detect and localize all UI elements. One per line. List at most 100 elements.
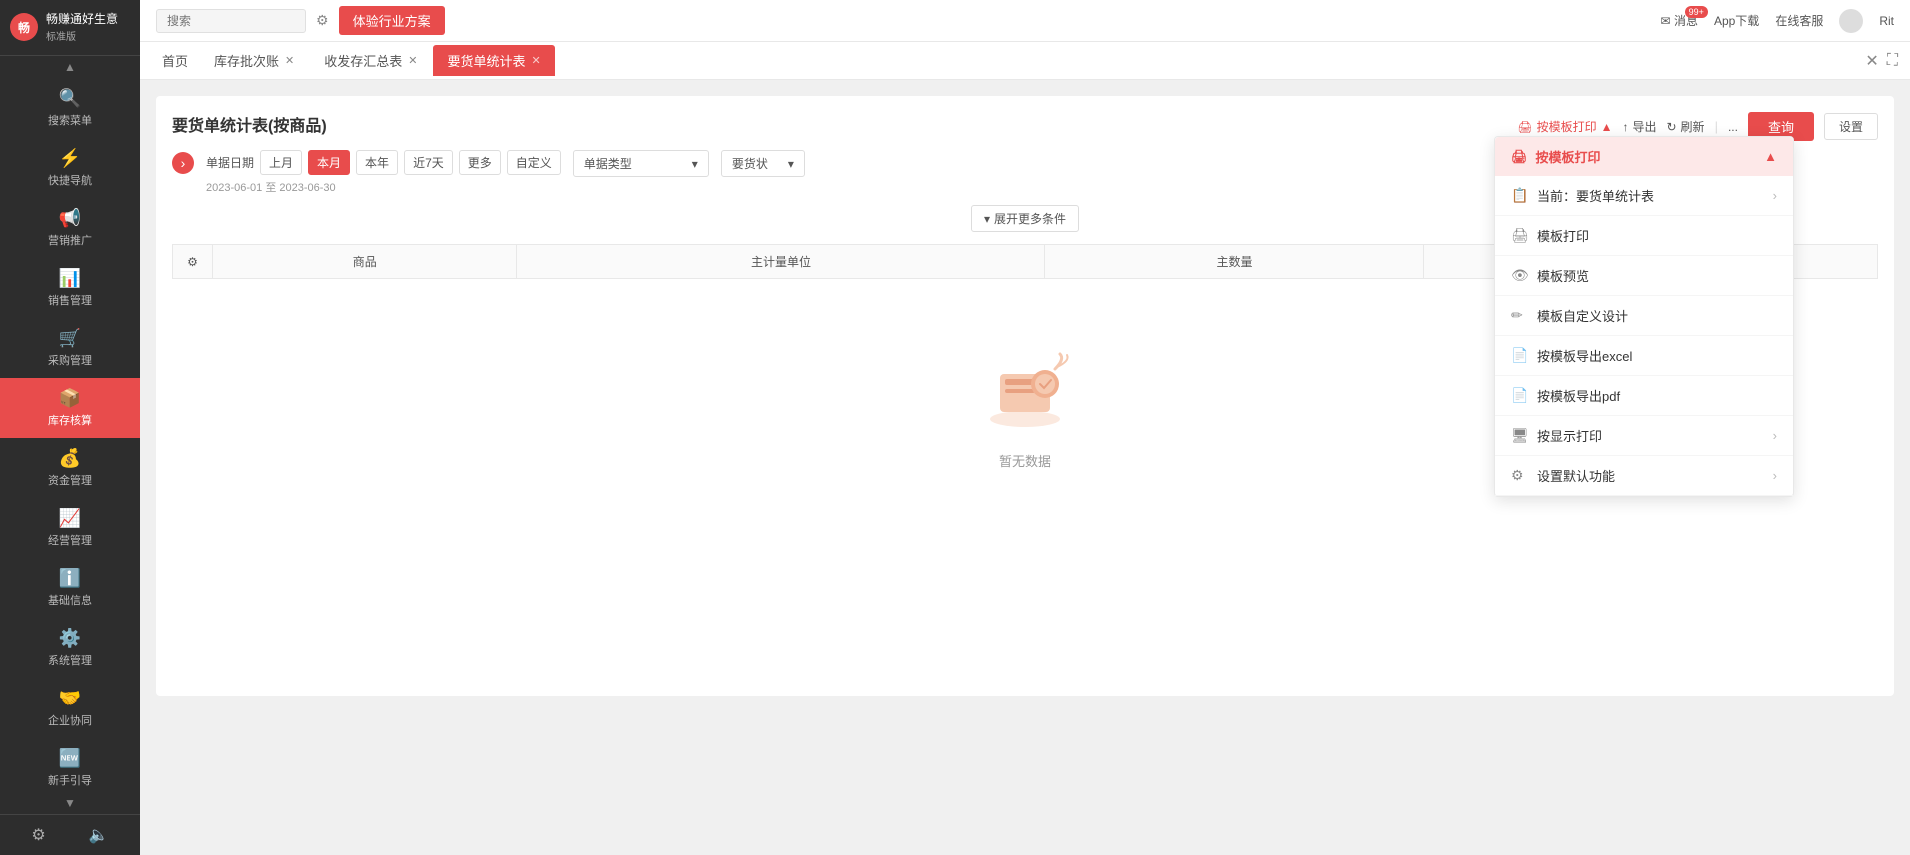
sidebar-item-inventory[interactable]: 📦 库存核算	[0, 378, 140, 438]
more-button[interactable]: ...	[1728, 120, 1738, 134]
date-cur-btn[interactable]: 本月	[308, 150, 350, 175]
settings-bottom-icon[interactable]: ⚙	[31, 825, 45, 845]
tabs-right: ✕ ⛶	[1865, 51, 1898, 71]
dropdown-doc-icon: 📋	[1511, 187, 1527, 204]
sidebar-label-sales: 销售管理	[48, 292, 92, 308]
dropdown-display-print-arrow: ›	[1773, 428, 1777, 443]
collab-icon: 🤝	[59, 688, 81, 709]
dropdown-default-func[interactable]: ⚙ 设置默认功能 ›	[1495, 456, 1793, 496]
sidebar-bottom: ⚙ 🔈	[0, 814, 140, 855]
dropdown-header: 🖨 按模板打印 ▲	[1495, 137, 1793, 176]
sidebar-scroll-up[interactable]: ▲	[0, 56, 140, 78]
guide-icon: 🆕	[59, 748, 81, 769]
tab-maximize-icon[interactable]: ⛶	[1887, 52, 1898, 70]
sidebar-label-purchase: 采购管理	[48, 352, 92, 368]
type-select-chevron: ▾	[692, 157, 698, 171]
th-settings[interactable]: ⚙	[173, 245, 213, 279]
sidebar-item-shortcut[interactable]: ⚡ 快捷导航	[0, 138, 140, 198]
messages-button[interactable]: ✉ 消息 99+	[1661, 12, 1698, 29]
tab-batch[interactable]: 库存批次账 ✕	[200, 45, 308, 76]
dropdown-display-print[interactable]: 🖥 按显示打印 ›	[1495, 416, 1793, 456]
sidebar-item-purchase[interactable]: 🛒 采购管理	[0, 318, 140, 378]
dropdown-template-print[interactable]: 🖨 模板打印	[1495, 216, 1793, 256]
th-product: 商品	[213, 245, 517, 279]
sidebar-item-basic[interactable]: ℹ️ 基础信息	[0, 558, 140, 618]
sidebar-label-system: 系统管理	[48, 652, 92, 668]
tab-home[interactable]: 首页	[152, 45, 198, 76]
date-year-btn[interactable]: 本年	[356, 150, 398, 175]
avatar	[1839, 9, 1863, 33]
sidebar-item-system[interactable]: ⚙️ 系统管理	[0, 618, 140, 678]
dropdown-display-print-label: 按显示打印	[1537, 426, 1763, 445]
search-icon: 🔍	[59, 88, 81, 109]
empty-icon	[975, 339, 1075, 439]
search-input[interactable]	[156, 9, 306, 33]
sidebar-item-search[interactable]: 🔍 搜索菜单	[0, 78, 140, 138]
type-select-label: 单据类型	[584, 155, 632, 172]
date-more-btn[interactable]: 更多	[459, 150, 501, 175]
app-download-button[interactable]: App下载	[1714, 12, 1759, 29]
scroll-down-icon[interactable]: ▼	[64, 796, 76, 810]
sidebar-scroll-down[interactable]: ▼	[0, 792, 140, 814]
status-select[interactable]: 要货状 ▾	[721, 150, 805, 177]
tab-collection[interactable]: 收发存汇总表 ✕	[310, 45, 431, 76]
dropdown-current-arrow: ›	[1773, 188, 1777, 203]
date-prev-btn[interactable]: 上月	[260, 150, 302, 175]
tab-close-all-icon[interactable]: ✕	[1865, 51, 1878, 71]
tab-collection-close[interactable]: ✕	[408, 54, 417, 67]
logo-icon: 畅	[10, 13, 38, 41]
sidebar-label-operation: 经营管理	[48, 532, 92, 548]
export-icon: ↑	[1622, 120, 1628, 134]
export-button[interactable]: ↑ 导出	[1622, 118, 1656, 135]
tab-order-stat[interactable]: 要货单统计表 ✕	[433, 45, 554, 76]
date-custom-btn[interactable]: 自定义	[507, 150, 561, 175]
purchase-icon: 🛒	[59, 328, 81, 349]
message-icon: ✉	[1661, 14, 1671, 28]
topbar-gear-icon[interactable]: ⚙	[316, 12, 329, 29]
date-week7-btn[interactable]: 近7天	[404, 150, 453, 175]
sidebar-item-guide[interactable]: 🆕 新手引导	[0, 738, 140, 792]
dropdown-template-preview-icon: 👁	[1511, 267, 1527, 284]
sidebar-label-inventory: 库存核算	[48, 412, 92, 428]
sidebar-item-collab[interactable]: 🤝 企业协同	[0, 678, 140, 738]
topbar: ⚙ 体验行业方案 ✉ 消息 99+ App下载 在线客服 Rit	[140, 0, 1910, 42]
sidebar-item-operation[interactable]: 📈 经营管理	[0, 498, 140, 558]
dropdown-template-preview[interactable]: 👁 模板预览	[1495, 256, 1793, 296]
type-select[interactable]: 单据类型 ▾	[573, 150, 709, 177]
date-filter-row: 单据日期 上月 本月 本年 近7天 更多 自定义	[206, 150, 561, 175]
export-label: 导出	[1632, 118, 1656, 135]
dropdown-template-pdf[interactable]: 📄 按模板导出pdf	[1495, 376, 1793, 416]
trial-button[interactable]: 体验行业方案	[339, 6, 445, 35]
sidebar-item-sales[interactable]: 📊 销售管理	[0, 258, 140, 318]
dropdown-chevron-up[interactable]: ▲	[1764, 149, 1777, 164]
main-area: ⚙ 体验行业方案 ✉ 消息 99+ App下载 在线客服 Rit 首页 库存批次…	[140, 0, 1910, 855]
dropdown-template-pdf-label: 按模板导出pdf	[1537, 386, 1777, 405]
filter-expand-button[interactable]: ›	[172, 152, 194, 174]
dropdown-template-design[interactable]: ✏ 模板自定义设计	[1495, 296, 1793, 336]
dropdown-template-pdf-icon: 📄	[1511, 387, 1527, 404]
tab-order-stat-close[interactable]: ✕	[532, 54, 541, 67]
speaker-icon[interactable]: 🔈	[89, 825, 109, 845]
sidebar-item-marketing[interactable]: 📢 营销推广	[0, 198, 140, 258]
user-name: Rit	[1879, 14, 1894, 28]
dropdown-current-template[interactable]: 📋 当前：要货单统计表 ›	[1495, 176, 1793, 216]
online-service-button[interactable]: 在线客服	[1775, 12, 1823, 29]
settings-button[interactable]: 设置	[1824, 113, 1878, 140]
tab-batch-close[interactable]: ✕	[285, 54, 294, 67]
sidebar-label-marketing: 营销推广	[48, 232, 92, 248]
shortcut-icon: ⚡	[59, 148, 81, 169]
th-unit: 主计量单位	[517, 245, 1045, 279]
print-template-button[interactable]: 🖨 按模板打印 ▲	[1517, 118, 1612, 135]
refresh-button[interactable]: ↻ 刷新	[1666, 118, 1704, 135]
dropdown-template-excel[interactable]: 📄 按模板导出excel	[1495, 336, 1793, 376]
sidebar-label-shortcut: 快捷导航	[48, 172, 92, 188]
sidebar-item-finance[interactable]: 💰 资金管理	[0, 438, 140, 498]
expand-more-button[interactable]: ▾ 展开更多条件	[971, 205, 1079, 232]
sidebar-label-search: 搜索菜单	[48, 112, 92, 128]
print-icon: 🖨	[1517, 120, 1532, 134]
content-area: 要货单统计表(按商品) › 单据日期 上月 本月 本年 近7天 更多 自定义 2…	[140, 80, 1910, 855]
scroll-up-icon[interactable]: ▲	[64, 60, 76, 74]
basic-icon: ℹ️	[59, 568, 81, 589]
operation-icon: 📈	[59, 508, 81, 529]
dropdown-template-preview-label: 模板预览	[1537, 266, 1777, 285]
